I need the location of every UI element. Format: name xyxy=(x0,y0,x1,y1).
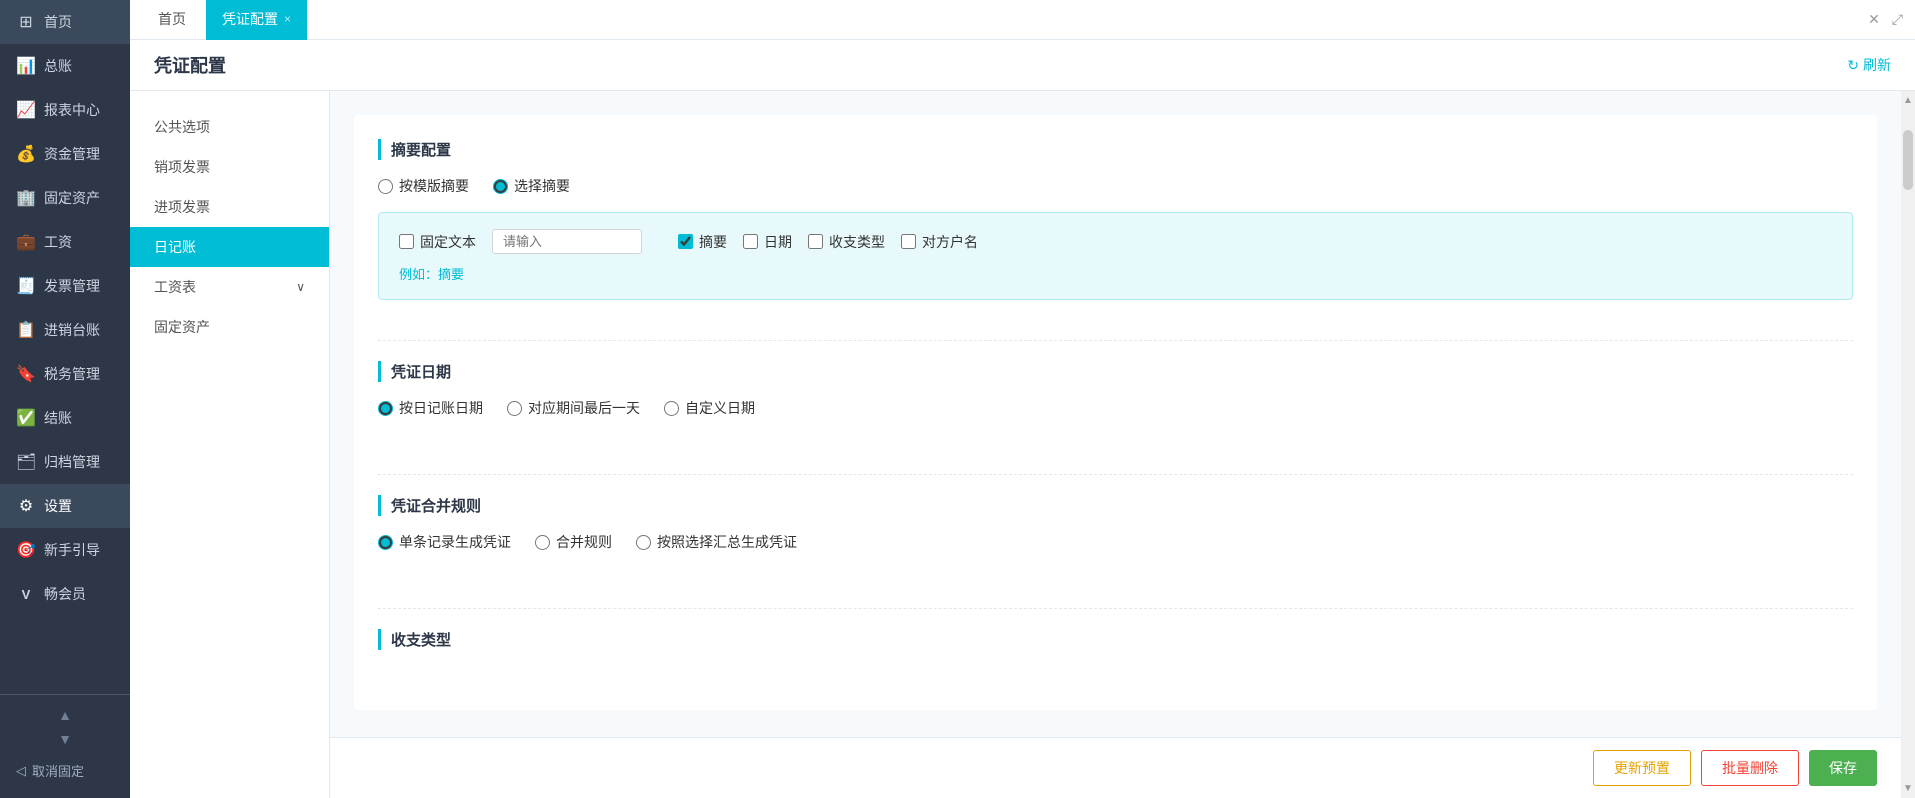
sidebar-scroll-up[interactable]: ▲ xyxy=(0,703,130,727)
content-body: 公共选项 销项发票 进项发票 日记账 工资表 ∨ 固定资产 xyxy=(130,91,1915,798)
divider-1 xyxy=(378,340,1853,341)
checkbox-income-type[interactable]: 收支类型 xyxy=(808,232,885,252)
ledger-icon: 📊 xyxy=(16,56,36,76)
sidebar-item-funds[interactable]: 💰 资金管理 xyxy=(0,132,130,176)
summary-section-title: 摘要配置 xyxy=(378,139,1853,160)
radio-journal-date[interactable]: 按日记账日期 xyxy=(378,398,483,418)
radio-aggregate[interactable]: 按照选择汇总生成凭证 xyxy=(636,532,797,552)
sidebar-item-trade[interactable]: 📋 进销台账 xyxy=(0,308,130,352)
left-nav-payroll-table[interactable]: 工资表 ∨ xyxy=(130,267,329,307)
radio-select-summary[interactable]: 选择摘要 xyxy=(493,176,570,196)
sidebar-item-payroll[interactable]: 💼 工资 xyxy=(0,220,130,264)
merge-radio-group: 单条记录生成凭证 合并规则 按照选择汇总生成凭证 xyxy=(378,532,1853,552)
sidebar-item-invoice[interactable]: 🧾 发票管理 xyxy=(0,264,130,308)
close-window-icon[interactable]: ✕ xyxy=(1868,11,1880,28)
summary-radio-group: 按模版摘要 选择摘要 xyxy=(378,176,1853,196)
sidebar-item-archive[interactable]: 🗂 归档管理 xyxy=(0,440,130,484)
left-nav-fixed-assets-sub[interactable]: 固定资产 xyxy=(130,307,329,347)
left-nav-journal[interactable]: 日记账 xyxy=(130,227,329,267)
summary-box: 固定文本 摘要 日期 xyxy=(378,212,1853,300)
checkbox-date[interactable]: 日期 xyxy=(743,232,792,252)
trade-icon: 📋 xyxy=(16,320,36,340)
funds-icon: 💰 xyxy=(16,144,36,164)
sidebar-item-tax[interactable]: 🔖 税务管理 xyxy=(0,352,130,396)
income-section: 收支类型 xyxy=(378,629,1853,686)
sidebar-item-reports[interactable]: 📈 报表中心 xyxy=(0,88,130,132)
divider-3 xyxy=(378,608,1853,609)
main-wrapper: 凭证配置 ↻ 刷新 公共选项 销项发票 进项发票 日记账 xyxy=(130,40,1915,798)
save-button[interactable]: 保存 xyxy=(1809,750,1877,786)
radio-period-last-day[interactable]: 对应期间最后一天 xyxy=(507,398,640,418)
tax-icon: 🔖 xyxy=(16,364,36,384)
fixed-text-input[interactable] xyxy=(492,229,642,254)
close-accounts-icon: ✅ xyxy=(16,408,36,428)
sidebar-item-guide[interactable]: 🎯 新手引导 xyxy=(0,528,130,572)
left-nav: 公共选项 销项发票 进项发票 日记账 工资表 ∨ 固定资产 xyxy=(130,91,330,798)
tab-voucher-config[interactable]: 凭证配置 × xyxy=(206,0,307,40)
page-header: 凭证配置 ↻ 刷新 xyxy=(130,40,1915,91)
refresh-button[interactable]: ↻ 刷新 xyxy=(1847,55,1891,75)
payroll-icon: 💼 xyxy=(16,232,36,252)
date-radio-group: 按日记账日期 对应期间最后一天 自定义日期 xyxy=(378,398,1853,418)
scroll-up-arrow[interactable]: ▲ xyxy=(1901,91,1915,110)
invoice-icon: 🧾 xyxy=(16,276,36,296)
date-section-title: 凭证日期 xyxy=(378,361,1853,382)
merge-section: 凭证合并规则 单条记录生成凭证 合并规则 xyxy=(378,495,1853,588)
sidebar-item-settings[interactable]: ⚙ 设置 xyxy=(0,484,130,528)
sidebar-item-home[interactable]: ⊞ 首页 xyxy=(0,0,130,44)
sidebar-bottom: ▲ ▼ ◁ 取消固定 xyxy=(0,694,130,798)
scroll-rail: ▲ ▼ xyxy=(1901,91,1915,798)
checkbox-counterparty[interactable]: 对方户名 xyxy=(901,232,978,252)
sidebar-pin-button[interactable]: ◁ 取消固定 xyxy=(0,751,130,790)
radio-single-record[interactable]: 单条记录生成凭证 xyxy=(378,532,511,552)
right-content: 摘要配置 按模版摘要 选择摘要 xyxy=(330,91,1901,737)
scroll-thumb[interactable] xyxy=(1903,130,1913,190)
config-content: 摘要配置 按模版摘要 选择摘要 xyxy=(354,115,1877,710)
summary-section: 摘要配置 按模版摘要 选择摘要 xyxy=(378,139,1853,320)
sidebar-item-member[interactable]: V 畅会员 xyxy=(0,572,130,616)
settings-icon: ⚙ xyxy=(16,496,36,516)
summary-checkbox-row: 固定文本 摘要 日期 xyxy=(399,229,1832,254)
home-icon: ⊞ xyxy=(16,12,36,32)
member-icon: V xyxy=(16,587,36,602)
tab-bar: 首页 凭证配置 × ✕ ⤢ xyxy=(130,0,1915,40)
merge-section-title: 凭证合并规则 xyxy=(378,495,1853,516)
sidebar-item-ledger[interactable]: 📊 总账 xyxy=(0,44,130,88)
left-nav-public[interactable]: 公共选项 xyxy=(130,107,329,147)
chevron-down-icon: ∨ xyxy=(296,280,305,294)
checkbox-summary[interactable]: 摘要 xyxy=(678,232,727,252)
page-title: 凭证配置 xyxy=(154,52,226,78)
radio-template-summary[interactable]: 按模版摘要 xyxy=(378,176,469,196)
archive-icon: 🗂 xyxy=(16,452,36,472)
left-nav-purchase-invoice[interactable]: 进项发票 xyxy=(130,187,329,227)
sidebar-item-fixed-assets[interactable]: 🏢 固定资产 xyxy=(0,176,130,220)
left-nav-sales-invoice[interactable]: 销项发票 xyxy=(130,147,329,187)
radio-custom-date[interactable]: 自定义日期 xyxy=(664,398,755,418)
summary-example: 例如：摘要 xyxy=(399,264,1832,283)
sidebar: ⊞ 首页 📊 总账 📈 报表中心 💰 资金管理 🏢 固定资产 💼 工资 🧾 发票… xyxy=(0,0,130,798)
income-section-title: 收支类型 xyxy=(378,629,1853,650)
divider-2 xyxy=(378,474,1853,475)
sidebar-scroll-down[interactable]: ▼ xyxy=(0,727,130,751)
update-preview-button[interactable]: 更新预置 xyxy=(1593,750,1691,786)
assets-icon: 🏢 xyxy=(16,188,36,208)
batch-delete-button[interactable]: 批量删除 xyxy=(1701,750,1799,786)
pin-icon: ◁ xyxy=(16,763,26,779)
checkbox-fixed-text[interactable]: 固定文本 xyxy=(399,232,476,252)
scroll-down-arrow[interactable]: ▼ xyxy=(1901,779,1915,798)
guide-icon: 🎯 xyxy=(16,540,36,560)
bottom-bar: 更新预置 批量删除 保存 xyxy=(330,737,1901,798)
refresh-icon: ↻ xyxy=(1847,57,1859,74)
resize-window-icon[interactable]: ⤢ xyxy=(1892,11,1903,28)
radio-merge-rule[interactable]: 合并规则 xyxy=(535,532,612,552)
reports-icon: 📈 xyxy=(16,100,36,120)
tab-bar-right: ✕ ⤢ xyxy=(1868,11,1903,28)
sidebar-item-close-accounts[interactable]: ✅ 结账 xyxy=(0,396,130,440)
main-area: 首页 凭证配置 × ✕ ⤢ 凭证配置 ↻ 刷新 公共选项 xyxy=(130,0,1915,798)
tab-home[interactable]: 首页 xyxy=(142,0,202,40)
date-section: 凭证日期 按日记账日期 对应期间最后一天 xyxy=(378,361,1853,454)
tab-close-button[interactable]: × xyxy=(284,12,291,26)
